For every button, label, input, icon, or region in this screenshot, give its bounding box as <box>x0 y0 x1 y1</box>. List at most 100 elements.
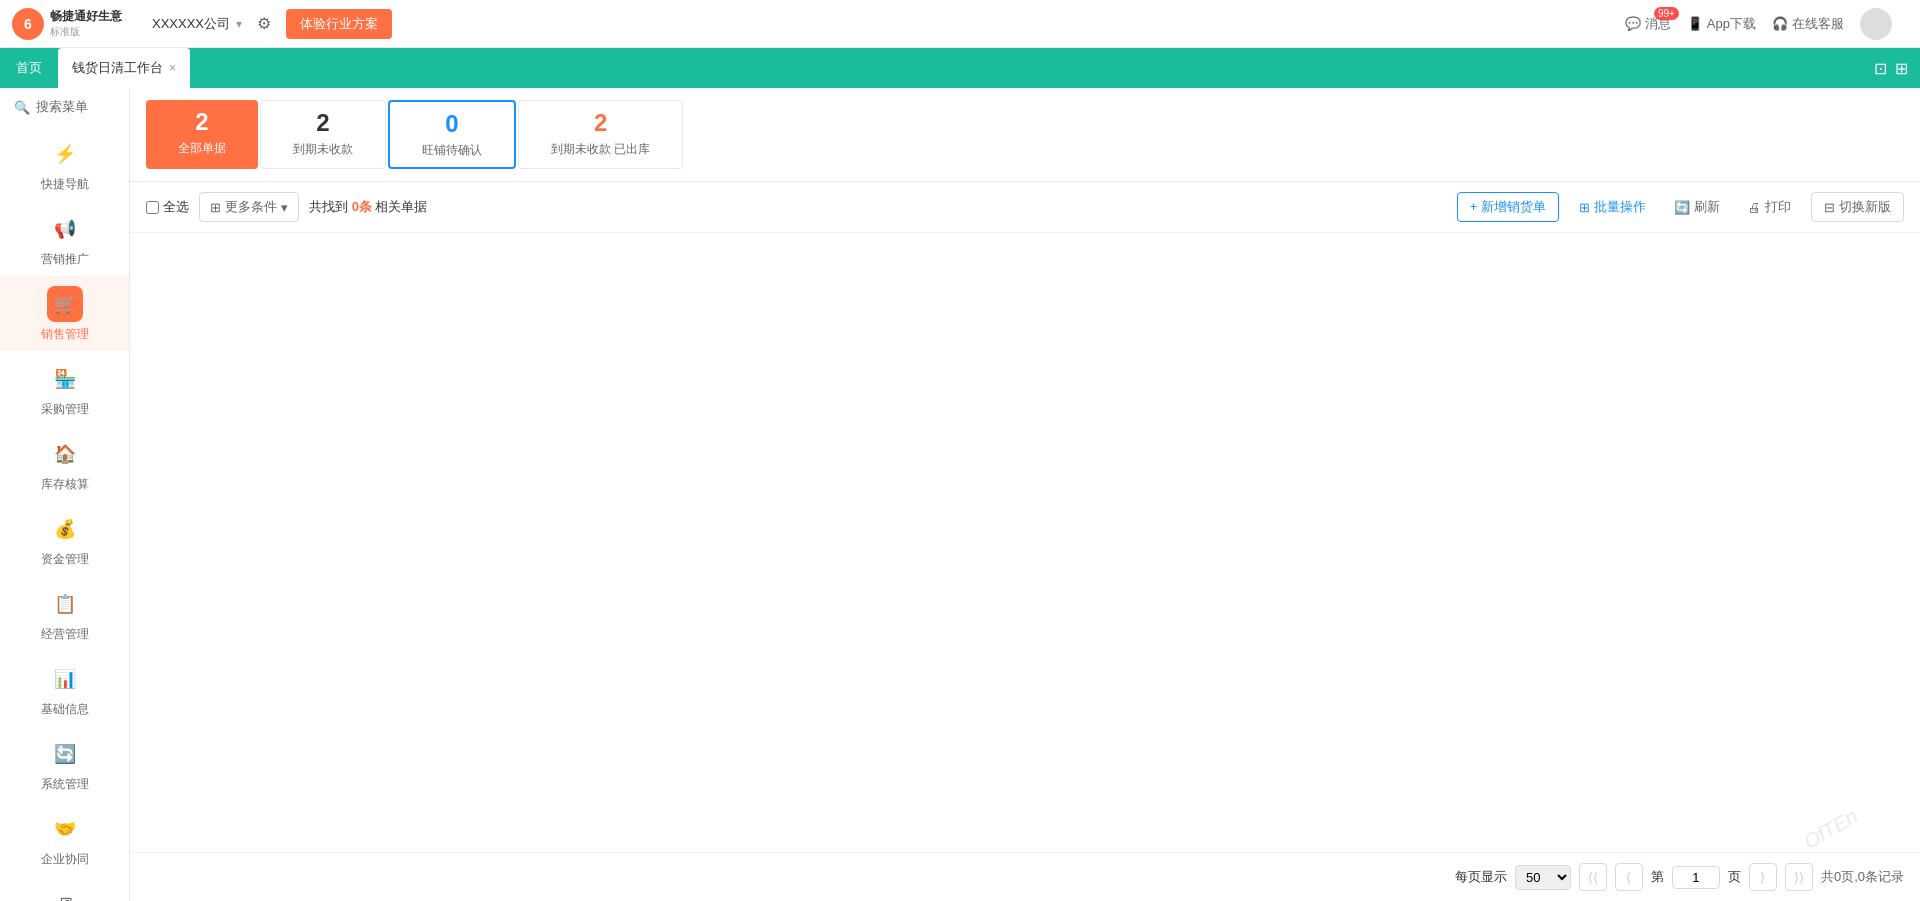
quick-nav-icon: ⚡ <box>47 136 83 172</box>
inventory-label: 库存核算 <box>41 476 89 493</box>
stat-card-unshipped[interactable]: 2 到期未收款 已出库 <box>518 100 683 169</box>
stat-overdue-number: 2 <box>316 109 329 137</box>
total-text: 共0页,0条记录 <box>1821 868 1904 886</box>
stat-unshipped-label: 到期未收款 已出库 <box>551 141 650 158</box>
operation-icon: 📋 <box>47 586 83 622</box>
settings-button[interactable]: ⚙ <box>250 10 278 38</box>
pagination-bar: 每页显示 50 20 100 ⟨⟨ ⟨ 第 1 页 ⟩ ⟩⟩ 共0页,0条记录 <box>130 852 1920 901</box>
cooperation-label: 企业协同 <box>41 851 89 868</box>
table-area <box>130 233 1920 852</box>
add-sales-button[interactable]: + 新增销货单 <box>1457 192 1559 222</box>
operation-label: 经营管理 <box>41 626 89 643</box>
tab-active[interactable]: 钱货日清工作台 × <box>58 48 190 88</box>
sidebar-item-finance[interactable]: 💰 资金管理 <box>0 501 129 576</box>
batch-icon: ⊞ <box>1579 200 1590 215</box>
trial-button[interactable]: 体验行业方案 <box>286 9 392 39</box>
tab-home[interactable]: 首页 <box>0 48 58 88</box>
message-badge: 99+ <box>1654 7 1679 20</box>
filter-button[interactable]: ⊞ 更多条件 ▾ <box>199 192 299 222</box>
message-button[interactable]: 💬 消息 99+ <box>1625 15 1671 33</box>
switch-version-button[interactable]: ⊟ 切换新版 <box>1811 192 1904 222</box>
select-all-checkbox[interactable]: 全选 <box>146 198 189 216</box>
logo-area: 6 畅捷通好生意 标准版 <box>12 8 142 40</box>
refresh-button[interactable]: 🔄 刷新 <box>1666 194 1728 220</box>
found-text: 共找到 0条 相关单据 <box>309 198 427 216</box>
avatar[interactable] <box>1860 8 1892 40</box>
stat-unshipped-number: 2 <box>594 109 607 137</box>
inventory-icon: 🏠 <box>47 436 83 472</box>
stat-all-number: 2 <box>195 108 208 136</box>
checkbox-input[interactable] <box>146 201 159 214</box>
stat-card-pending[interactable]: 0 旺铺待确认 <box>388 100 516 169</box>
sales-icon: 🛒 <box>47 286 83 322</box>
per-page-select[interactable]: 50 20 100 <box>1515 865 1571 890</box>
app-label: App下载 <box>1707 15 1756 33</box>
cooperation-icon: 🤝 <box>47 811 83 847</box>
company-selector[interactable]: XXXXXX公司 ▾ <box>152 15 242 33</box>
prev-page-button[interactable]: ⟨ <box>1615 863 1643 891</box>
found-count: 0条 <box>352 199 372 214</box>
found-prefix: 共找到 <box>309 199 348 214</box>
sidebar-item-operation[interactable]: 📋 经营管理 <box>0 576 129 651</box>
basic-info-label: 基础信息 <box>41 701 89 718</box>
system-label: 系统管理 <box>41 776 89 793</box>
search-menu-label: 搜索菜单 <box>36 98 88 116</box>
print-icon: 🖨 <box>1748 200 1761 215</box>
first-page-button[interactable]: ⟨⟨ <box>1579 863 1607 891</box>
sales-label: 销售管理 <box>41 326 89 343</box>
stat-card-overdue[interactable]: 2 到期未收款 <box>260 100 386 169</box>
sidebar-item-basic-info[interactable]: 📊 基础信息 <box>0 651 129 726</box>
sidebar: 🔍 搜索菜单 ⚡ 快捷导航 📢 营销推广 🛒 销售管理 🏪 采购管理 🏠 库存核… <box>0 88 130 901</box>
maximize-icon[interactable]: ⊞ <box>1895 59 1908 78</box>
main-layout: 🔍 搜索菜单 ⚡ 快捷导航 📢 营销推广 🛒 销售管理 🏪 采购管理 🏠 库存核… <box>0 88 1920 901</box>
switch-icon: ⊟ <box>1824 200 1835 215</box>
stat-all-label: 全部单据 <box>178 140 226 157</box>
sidebar-item-purchase[interactable]: 🏪 采购管理 <box>0 351 129 426</box>
print-button[interactable]: 🖨 打印 <box>1740 194 1799 220</box>
app-title: 畅捷通好生意 <box>50 8 122 25</box>
app-subtitle: 标准版 <box>50 25 122 39</box>
search-menu-item[interactable]: 🔍 搜索菜单 <box>0 88 129 126</box>
stat-pending-number: 0 <box>445 110 458 138</box>
refresh-label: 刷新 <box>1694 198 1720 216</box>
page-input[interactable]: 1 <box>1672 866 1720 889</box>
header-right: 💬 消息 99+ 📱 App下载 🎧 在线客服 <box>1625 8 1908 40</box>
last-page-button[interactable]: ⟩⟩ <box>1785 863 1813 891</box>
sidebar-item-cooperation[interactable]: 🤝 企业协同 <box>0 801 129 876</box>
minimize-icon[interactable]: ⊡ <box>1874 59 1887 78</box>
sidebar-item-sales[interactable]: 🛒 销售管理 <box>0 276 129 351</box>
app-download-button[interactable]: 📱 App下载 <box>1687 15 1756 33</box>
marketing-label: 营销推广 <box>41 251 89 268</box>
company-name: XXXXXX公司 <box>152 15 230 33</box>
purchase-label: 采购管理 <box>41 401 89 418</box>
sidebar-item-quick-nav[interactable]: ⚡ 快捷导航 <box>0 126 129 201</box>
toolbar: 全选 ⊞ 更多条件 ▾ 共找到 0条 相关单据 + 新增销货单 ⊞ 批量操作 🔄 <box>130 182 1920 233</box>
quick-nav-label: 快捷导航 <box>41 176 89 193</box>
stat-card-all[interactable]: 2 全部单据 <box>146 100 258 169</box>
select-all-label: 全选 <box>163 198 189 216</box>
online-service-button[interactable]: 🎧 在线客服 <box>1772 15 1844 33</box>
content-area: 2 全部单据 2 到期未收款 0 旺铺待确认 2 到期未收款 已出库 全选 <box>130 88 1920 901</box>
sidebar-item-guide[interactable]: 🖥 新手引导 <box>0 876 129 901</box>
app-icon: 📱 <box>1687 16 1703 31</box>
filter-chevron-icon: ▾ <box>281 200 288 215</box>
per-page-label: 每页显示 <box>1455 868 1507 886</box>
next-page-button[interactable]: ⟩ <box>1749 863 1777 891</box>
tab-bar: 首页 钱货日清工作台 × ⊡ ⊞ <box>0 48 1920 88</box>
search-icon: 🔍 <box>14 100 30 115</box>
sidebar-item-inventory[interactable]: 🏠 库存核算 <box>0 426 129 501</box>
batch-button[interactable]: ⊞ 批量操作 <box>1571 194 1654 220</box>
batch-label: 批量操作 <box>1594 198 1646 216</box>
chevron-down-icon: ▾ <box>236 17 242 31</box>
stat-pending-label: 旺铺待确认 <box>422 142 482 159</box>
basic-info-icon: 📊 <box>47 661 83 697</box>
marketing-icon: 📢 <box>47 211 83 247</box>
top-header: 6 畅捷通好生意 标准版 XXXXXX公司 ▾ ⚙ 体验行业方案 💬 消息 99… <box>0 0 1920 48</box>
found-suffix: 相关单据 <box>375 199 427 214</box>
sidebar-item-system[interactable]: 🔄 系统管理 <box>0 726 129 801</box>
tab-close-icon[interactable]: × <box>169 61 176 75</box>
empty-state <box>130 233 1920 852</box>
filter-label: 更多条件 <box>225 198 277 216</box>
message-icon: 💬 <box>1625 16 1641 31</box>
sidebar-item-marketing[interactable]: 📢 营销推广 <box>0 201 129 276</box>
